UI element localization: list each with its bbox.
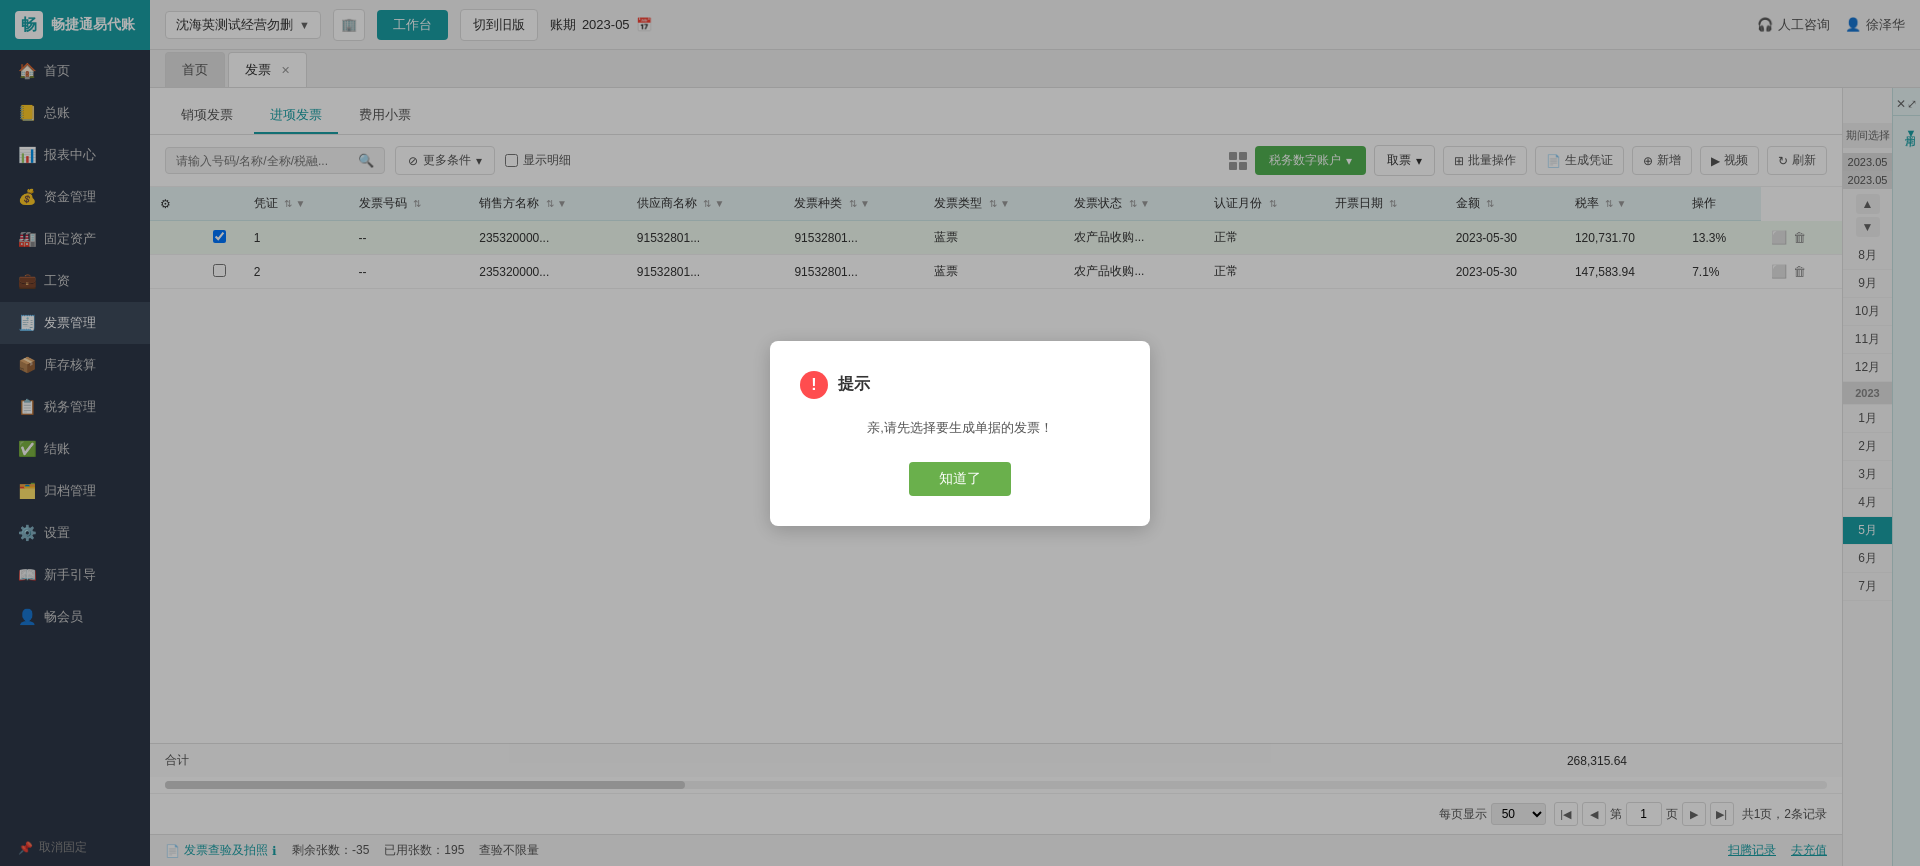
dialog-overlay: ! 提示 亲,请先选择要生成单据的发票！ 知道了	[0, 0, 1920, 866]
dialog-confirm-button[interactable]: 知道了	[909, 462, 1011, 496]
dialog-header: ! 提示	[800, 371, 1120, 399]
dialog-footer: 知道了	[800, 462, 1120, 496]
dialog-warning-icon: !	[800, 371, 828, 399]
dialog-message: 亲,请先选择要生成单据的发票！	[800, 419, 1120, 437]
dialog-box: ! 提示 亲,请先选择要生成单据的发票！ 知道了	[770, 341, 1150, 526]
dialog-title: 提示	[838, 374, 870, 395]
